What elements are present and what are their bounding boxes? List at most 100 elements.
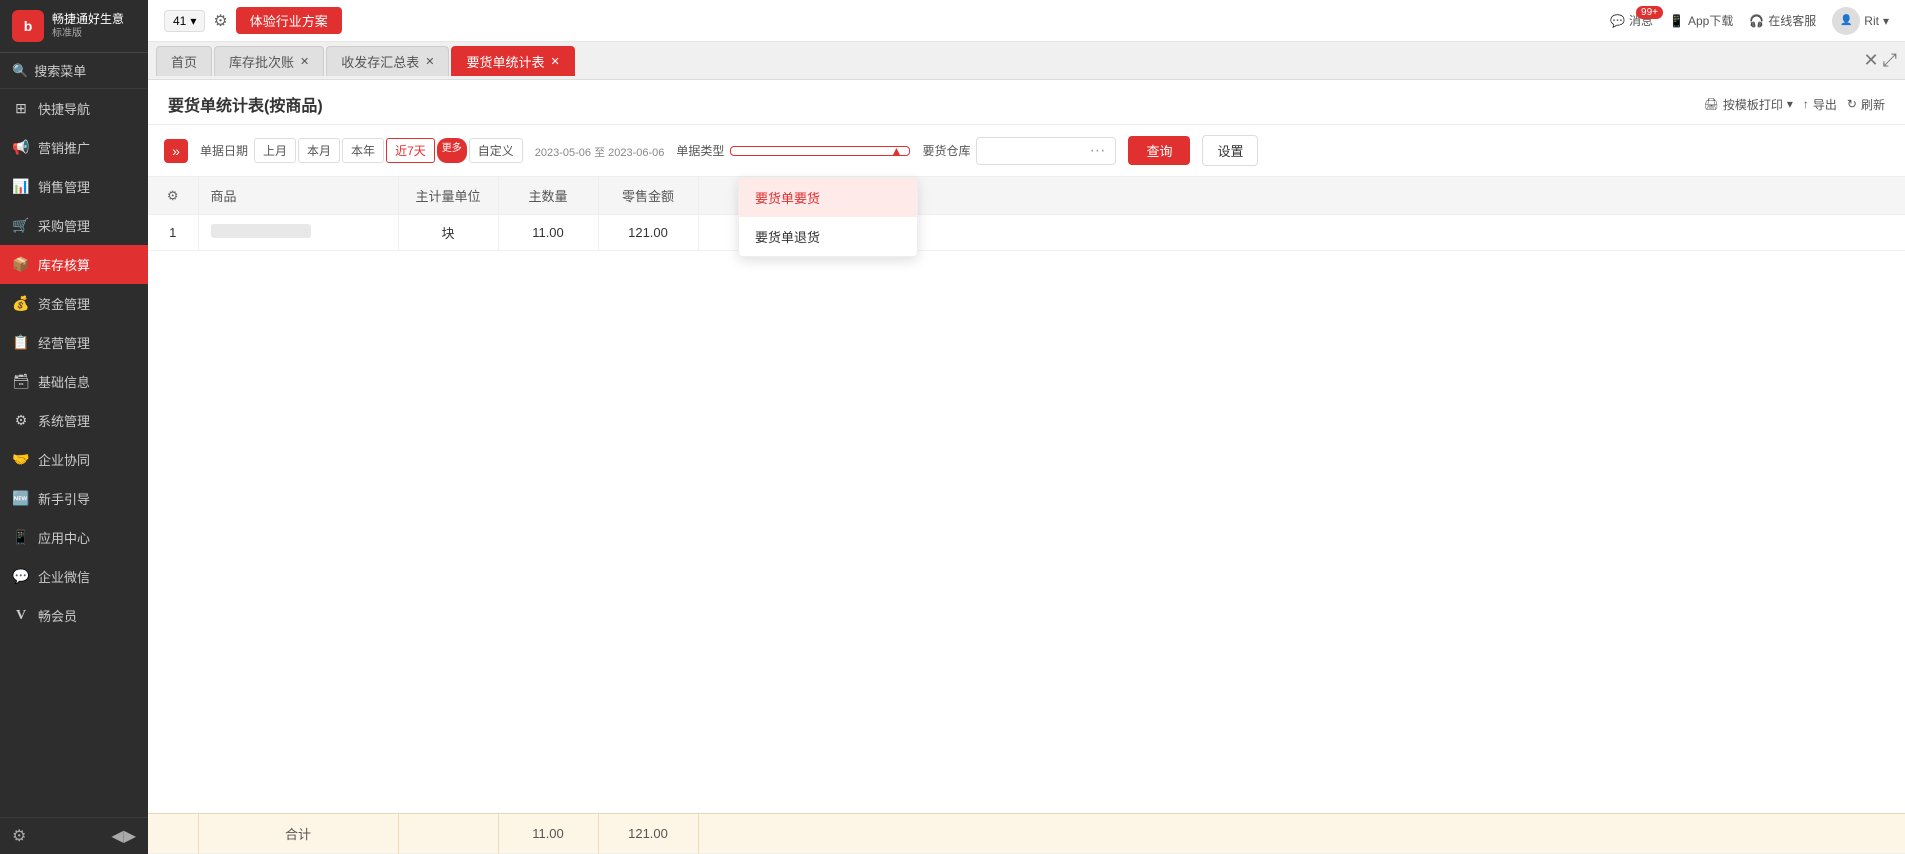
- cell-unit: 块: [398, 215, 498, 251]
- collapse-icon[interactable]: ◀▶: [111, 826, 136, 846]
- refresh-btn[interactable]: ↻ 刷新: [1847, 96, 1885, 113]
- sidebar-item-collab[interactable]: 🤝 企业协同: [0, 440, 148, 479]
- date-btn-7days[interactable]: 近7天: [386, 138, 435, 163]
- topbar-left: 41 ▾ ⚙ 体验行业方案: [164, 7, 1598, 34]
- search-label: 搜索菜单: [34, 61, 86, 80]
- sidebar-item-basic[interactable]: 🗃 基础信息: [0, 362, 148, 401]
- tab-inventory-batch-close[interactable]: ✕: [300, 55, 309, 68]
- sidebar-item-label: 企业协同: [38, 450, 90, 469]
- product-placeholder: [211, 224, 311, 238]
- sidebar-item-label: 企业微信: [38, 567, 90, 586]
- tab-home[interactable]: 首页: [156, 46, 212, 76]
- app-logo-icon: b: [12, 10, 44, 42]
- warehouse-dots: ···: [1089, 142, 1105, 160]
- sidebar-search[interactable]: 🔍 搜索菜单: [0, 53, 148, 89]
- export-btn[interactable]: ↑ 导出: [1803, 96, 1837, 113]
- messages-btn[interactable]: 💬 消息 99+: [1610, 12, 1653, 29]
- tab-inventory-batch[interactable]: 库存批次账 ✕: [214, 46, 324, 76]
- date-btn-custom[interactable]: 自定义: [469, 138, 523, 163]
- tab-request-summary-label: 要货单统计表: [466, 52, 544, 71]
- search-icon: 🔍: [12, 63, 28, 79]
- messages-count: 99+: [1636, 6, 1663, 19]
- sidebar-item-label: 新手引导: [38, 489, 90, 508]
- sidebar-item-marketing[interactable]: 📢 营销推广: [0, 128, 148, 167]
- settings-bottom-icon[interactable]: ⚙: [12, 826, 26, 846]
- store-selector[interactable]: 41 ▾: [164, 10, 205, 32]
- finance-icon: 💰: [12, 295, 30, 312]
- sidebar-bottom: ⚙ ◀▶: [0, 817, 148, 854]
- query-btn[interactable]: 查询: [1128, 136, 1190, 165]
- table-row: 1 块 11.00 121.00: [148, 215, 1905, 251]
- sidebar-item-guide[interactable]: 🆕 新手引导: [0, 479, 148, 518]
- type-label: 单据类型: [676, 142, 724, 159]
- sidebar-item-member[interactable]: V 畅会员: [0, 596, 148, 635]
- topbar-right: 💬 消息 99+ 📱 App下载 🎧 在线客服 👤 Rit ▾: [1610, 7, 1889, 35]
- wechat-icon: 💬: [12, 568, 30, 585]
- print-btn[interactable]: 🖨 按模板打印 ▾: [1704, 96, 1793, 113]
- tab-receipt-summary[interactable]: 收发存汇总表 ✕: [326, 46, 449, 76]
- sidebar-item-label: 销售管理: [38, 177, 90, 196]
- sidebar-item-inventory[interactable]: 📦 库存核算: [0, 245, 148, 284]
- download-icon: 📱: [1669, 14, 1684, 28]
- user-menu[interactable]: 👤 Rit ▾: [1832, 7, 1889, 35]
- dropdown-item-request-return[interactable]: 要货单退货: [739, 217, 917, 256]
- collab-icon: 🤝: [12, 451, 30, 468]
- sidebar: b 畅捷通好生意 标准版 🔍 搜索菜单 ⊞ 快捷导航 📢 营销推广 📊 销售管理…: [0, 0, 148, 854]
- sidebar-item-finance[interactable]: 💰 资金管理: [0, 284, 148, 323]
- date-btn-this-month[interactable]: 本月: [298, 138, 340, 163]
- tab-request-summary[interactable]: 要货单统计表 ✕: [451, 46, 574, 76]
- th-amount: 零售金额: [598, 177, 698, 215]
- warehouse-selector[interactable]: ···: [976, 137, 1116, 165]
- date-range: 2023-05-06 至 2023-06-06: [535, 144, 665, 160]
- page-header: 要货单统计表(按商品) 🖨 按模板打印 ▾ ↑ 导出 ↻ 刷新: [148, 80, 1905, 125]
- dropdown-item-request-goods[interactable]: 要货单要货: [739, 178, 917, 217]
- sidebar-item-appstore[interactable]: 📱 应用中心: [0, 518, 148, 557]
- ops-icon: 📋: [12, 334, 30, 351]
- sidebar-item-label: 基础信息: [38, 372, 90, 391]
- message-icon: 💬: [1610, 14, 1625, 28]
- app-name-text: 畅捷通好生意 标准版: [52, 12, 124, 41]
- filter-toggle-btn[interactable]: »: [164, 139, 188, 163]
- sidebar-item-sales[interactable]: 📊 销售管理: [0, 167, 148, 206]
- purchase-icon: 🛒: [12, 217, 30, 234]
- table-body: 1 块 11.00 121.00: [148, 215, 1905, 251]
- page-actions: 🖨 按模板打印 ▾ ↑ 导出 ↻ 刷新: [1704, 96, 1885, 113]
- date-label: 单据日期: [200, 142, 248, 159]
- quick-nav-icon: ⊞: [12, 100, 30, 117]
- online-service-btn[interactable]: 🎧 在线客服: [1749, 12, 1816, 29]
- footer-empty3: [698, 814, 1905, 854]
- sidebar-item-label: 资金管理: [38, 294, 90, 313]
- tab-request-summary-close[interactable]: ✕: [551, 55, 560, 68]
- tab-home-label: 首页: [171, 52, 197, 71]
- sidebar-item-wechat[interactable]: 💬 企业微信: [0, 557, 148, 596]
- cell-amount: 121.00: [598, 215, 698, 251]
- trial-btn[interactable]: 体验行业方案: [236, 7, 342, 34]
- date-btn-this-year[interactable]: 本年: [342, 138, 384, 163]
- topbar-settings-icon[interactable]: ⚙: [213, 11, 227, 31]
- tab-receipt-summary-close[interactable]: ✕: [425, 55, 434, 68]
- store-id: 41: [173, 14, 186, 28]
- sidebar-item-label: 应用中心: [38, 528, 90, 547]
- date-more-badge: 更多: [437, 138, 467, 163]
- basic-icon: 🗃: [12, 373, 30, 390]
- type-select[interactable]: [730, 146, 910, 156]
- guide-icon: 🆕: [12, 490, 30, 507]
- th-qty: 主数量: [498, 177, 598, 215]
- footer-empty2: [398, 814, 498, 854]
- sidebar-item-ops[interactable]: 📋 经营管理: [0, 323, 148, 362]
- th-settings[interactable]: ⚙: [148, 177, 198, 215]
- tab-expand-icon[interactable]: ⤢: [1883, 50, 1897, 71]
- user-avatar: 👤: [1832, 7, 1860, 35]
- sidebar-item-purchase[interactable]: 🛒 采购管理: [0, 206, 148, 245]
- sidebar-item-label: 采购管理: [38, 216, 90, 235]
- tab-receipt-summary-label: 收发存汇总表: [341, 52, 419, 71]
- app-download-btn[interactable]: 📱 App下载: [1669, 12, 1733, 29]
- tab-close-all-icon[interactable]: ✕: [1864, 50, 1879, 71]
- sidebar-item-label: 库存核算: [38, 255, 90, 274]
- sidebar-item-quick-nav[interactable]: ⊞ 快捷导航: [0, 89, 148, 128]
- sidebar-item-label: 系统管理: [38, 411, 90, 430]
- sidebar-item-system[interactable]: ⚙ 系统管理: [0, 401, 148, 440]
- date-btn-last-month[interactable]: 上月: [254, 138, 296, 163]
- type-filter-group: 单据类型 ▲: [676, 142, 910, 159]
- settings-btn[interactable]: 设置: [1202, 135, 1258, 166]
